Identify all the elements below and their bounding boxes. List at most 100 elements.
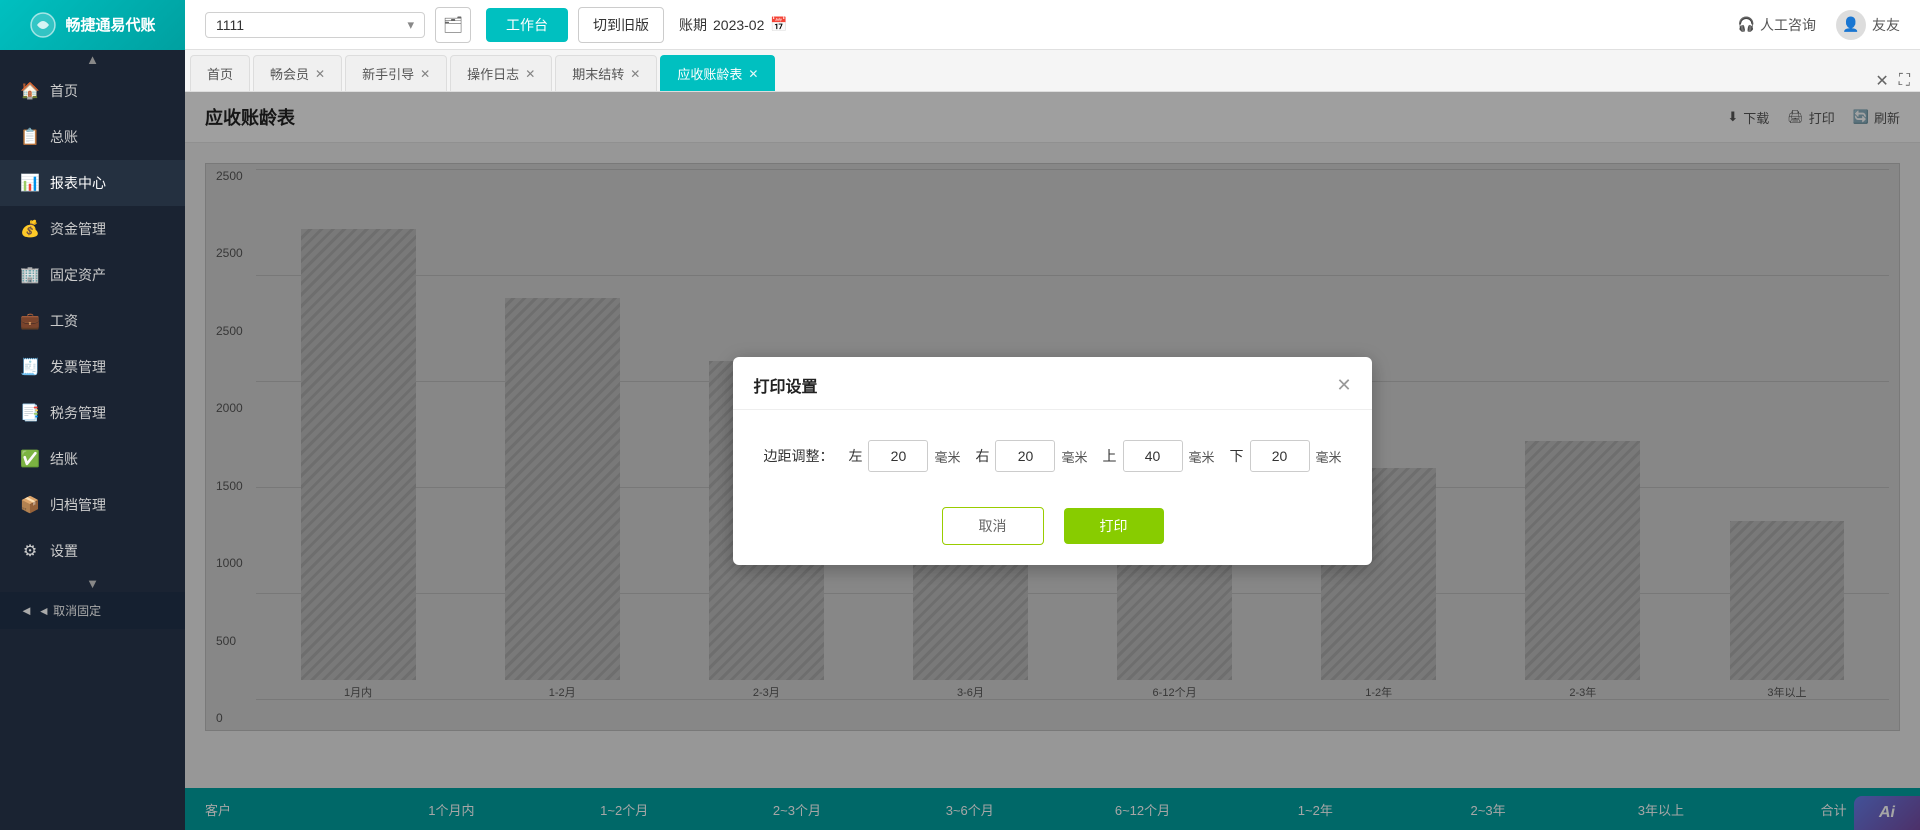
reports-icon: 📊: [20, 173, 40, 193]
window-close-btn[interactable]: ✕: [1875, 71, 1888, 91]
margin-input-bottom[interactable]: [1250, 440, 1310, 472]
margin-field-top: 上 毫米: [1103, 440, 1215, 472]
archive-icon: 📦: [20, 495, 40, 515]
sidebar-item-label-funds: 资金管理: [50, 219, 106, 239]
cancel-button[interactable]: 取消: [942, 507, 1044, 545]
margin-unit-top: 毫米: [1189, 447, 1215, 466]
tab-oplog-close[interactable]: ✕: [525, 67, 535, 81]
user-menu[interactable]: 👤 友友: [1836, 10, 1900, 40]
sidebar-item-label-tax: 税务管理: [50, 403, 106, 423]
sidebar-item-label-assets: 固定资产: [50, 265, 106, 285]
dropdown-arrow-icon: ▾: [407, 17, 414, 33]
period-selector: 账期 2023-02 📅: [679, 15, 788, 35]
margin-input-top[interactable]: [1123, 440, 1183, 472]
company-selector[interactable]: 1111 ▾: [205, 12, 425, 38]
ledger-icon: 📋: [20, 127, 40, 147]
margin-unit-right: 毫米: [1061, 447, 1087, 466]
margin-direction-top: 上: [1103, 446, 1117, 466]
margin-direction-left: 左: [848, 446, 862, 466]
user-icon: 👤: [1842, 16, 1859, 33]
sidebar-item-label-home: 首页: [50, 81, 78, 101]
consult-label: 人工咨询: [1760, 15, 1816, 35]
user-label: 友友: [1872, 15, 1900, 35]
margin-input-right[interactable]: [995, 440, 1055, 472]
sidebar-item-label-checkout: 结账: [50, 449, 78, 469]
margin-field-right: 右 毫米: [975, 440, 1087, 472]
tab-period-end[interactable]: 期末结转 ✕: [555, 55, 657, 91]
sidebar-item-payroll[interactable]: 💼 工资: [0, 298, 185, 344]
consult-btn[interactable]: 🎧 人工咨询: [1738, 15, 1816, 35]
home-icon: 🏠: [20, 81, 40, 101]
sidebar-scroll-down[interactable]: ▼: [0, 574, 185, 592]
sidebar-item-label-ledger: 总账: [50, 127, 78, 147]
tab-guide-close[interactable]: ✕: [420, 67, 430, 81]
sidebar-item-checkout[interactable]: ✅ 结账: [0, 436, 185, 482]
sidebar-item-funds[interactable]: 💰 资金管理: [0, 206, 185, 252]
tab-guide-label: 新手引导: [362, 64, 414, 83]
modal-footer: 取消 打印: [733, 492, 1371, 565]
switch-version-button[interactable]: 切到旧版: [578, 7, 664, 43]
sidebar-item-home[interactable]: 🏠 首页: [0, 68, 185, 114]
sidebar-item-invoice[interactable]: 🧾 发票管理: [0, 344, 185, 390]
sidebar-item-archive[interactable]: 📦 归档管理: [0, 482, 185, 528]
sidebar-item-label-reports: 报表中心: [50, 173, 106, 193]
tab-member-close[interactable]: ✕: [315, 67, 325, 81]
calendar-icon[interactable]: 📅: [770, 16, 787, 33]
sidebar-item-label-archive: 归档管理: [50, 495, 106, 515]
header-right: 🎧 人工咨询 👤 友友: [1738, 10, 1920, 40]
margin-field-left: 左 毫米: [848, 440, 960, 472]
workbench-button[interactable]: 工作台: [486, 8, 568, 42]
confirm-print-button[interactable]: 打印: [1064, 508, 1164, 544]
margin-unit-left: 毫米: [934, 447, 960, 466]
tab-member-label: 畅会员: [270, 64, 309, 83]
tab-guide[interactable]: 新手引导 ✕: [345, 55, 447, 91]
avatar: 👤: [1836, 10, 1866, 40]
margin-unit-bottom: 毫米: [1316, 447, 1342, 466]
sidebar-item-tax[interactable]: 📑 税务管理: [0, 390, 185, 436]
archive-btn[interactable]: 🗂: [435, 7, 471, 43]
payroll-icon: 💼: [20, 311, 40, 331]
modal-header: 打印设置 ✕: [733, 357, 1371, 410]
page-content: 应收账龄表 ⬇ 下载 🖨 打印 🔄 刷新: [185, 92, 1920, 830]
sidebar: ▲ 🏠 首页 📋 总账 📊 报表中心 💰 资金管理 🏢 固定资产 💼 工资 🧾 …: [0, 50, 185, 830]
tab-oplog[interactable]: 操作日志 ✕: [450, 55, 552, 91]
tab-aging-close[interactable]: ✕: [748, 67, 758, 81]
logo-area: 畅捷通易代账: [0, 0, 185, 50]
sidebar-scroll-up[interactable]: ▲: [0, 50, 185, 68]
sidebar-item-settings[interactable]: ⚙ 设置: [0, 528, 185, 574]
margin-direction-bottom: 下: [1230, 446, 1244, 466]
assets-icon: 🏢: [20, 265, 40, 285]
tab-oplog-label: 操作日志: [467, 64, 519, 83]
modal-close-btn[interactable]: ✕: [1336, 375, 1351, 396]
logo-text: 畅捷通易代账: [65, 14, 155, 35]
tab-period-end-close[interactable]: ✕: [630, 67, 640, 81]
tab-home-label: 首页: [207, 64, 233, 83]
sidebar-item-ledger[interactable]: 📋 总账: [0, 114, 185, 160]
settings-icon: ⚙: [20, 541, 40, 561]
margin-input-left[interactable]: [868, 440, 928, 472]
sidebar-item-reports[interactable]: 📊 报表中心: [0, 160, 185, 206]
tab-aging-label: 应收账龄表: [677, 64, 742, 83]
sidebar-item-label-payroll: 工资: [50, 311, 78, 331]
tab-member[interactable]: 畅会员 ✕: [253, 55, 342, 91]
collapse-label: ◄ 取消固定: [38, 602, 101, 619]
top-header: 畅捷通易代账 1111 ▾ 🗂 工作台 切到旧版 账期 2023-02 📅 🎧 …: [0, 0, 1920, 50]
company-name: 1111: [216, 17, 399, 33]
sidebar-collapse-btn[interactable]: ◄ ◄ 取消固定: [0, 592, 185, 629]
main-layout: ▲ 🏠 首页 📋 总账 📊 报表中心 💰 资金管理 🏢 固定资产 💼 工资 🧾 …: [0, 50, 1920, 830]
invoice-icon: 🧾: [20, 357, 40, 377]
content-area: 首页 畅会员 ✕ 新手引导 ✕ 操作日志 ✕ 期末结转 ✕ 应收账龄表 ✕: [185, 50, 1920, 830]
print-settings-modal: 打印设置 ✕ 边距调整： 左 毫米 右: [733, 357, 1371, 565]
tab-home[interactable]: 首页: [190, 55, 250, 91]
margin-row: 边距调整： 左 毫米 右 毫米: [763, 440, 1341, 472]
tabs-bar: 首页 畅会员 ✕ 新手引导 ✕ 操作日志 ✕ 期末结转 ✕ 应收账龄表 ✕: [185, 50, 1920, 92]
tax-icon: 📑: [20, 403, 40, 423]
tab-aging[interactable]: 应收账龄表 ✕: [660, 55, 775, 91]
window-maximize-btn[interactable]: ⛶: [1899, 72, 1910, 90]
logo-icon: [29, 11, 57, 39]
sidebar-item-assets[interactable]: 🏢 固定资产: [0, 252, 185, 298]
modal-body: 边距调整： 左 毫米 右 毫米: [733, 410, 1371, 492]
modal-overlay[interactable]: 打印设置 ✕ 边距调整： 左 毫米 右: [185, 92, 1920, 830]
tabs-right-actions: ✕ ⛶: [1875, 71, 1920, 91]
sidebar-item-label-invoice: 发票管理: [50, 357, 106, 377]
